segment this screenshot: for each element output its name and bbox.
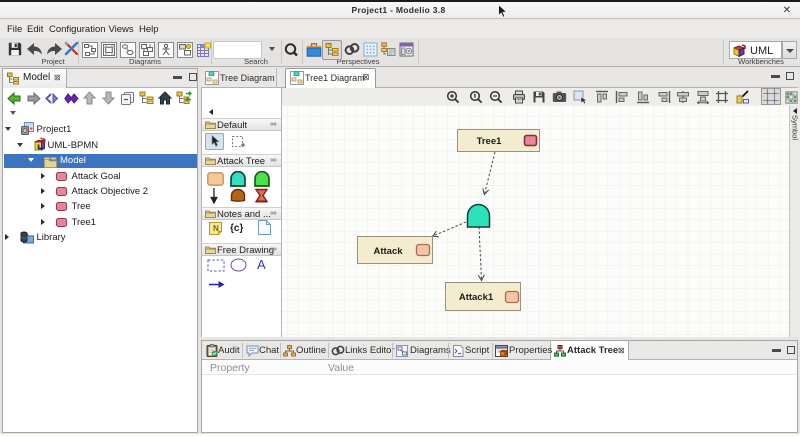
svg-text:Attack: Attack	[373, 246, 403, 257]
svg-text:Tree1: Tree1	[477, 136, 503, 147]
svg-text:Attack1: Attack1	[459, 292, 494, 303]
svg-text:N: N	[213, 224, 219, 233]
